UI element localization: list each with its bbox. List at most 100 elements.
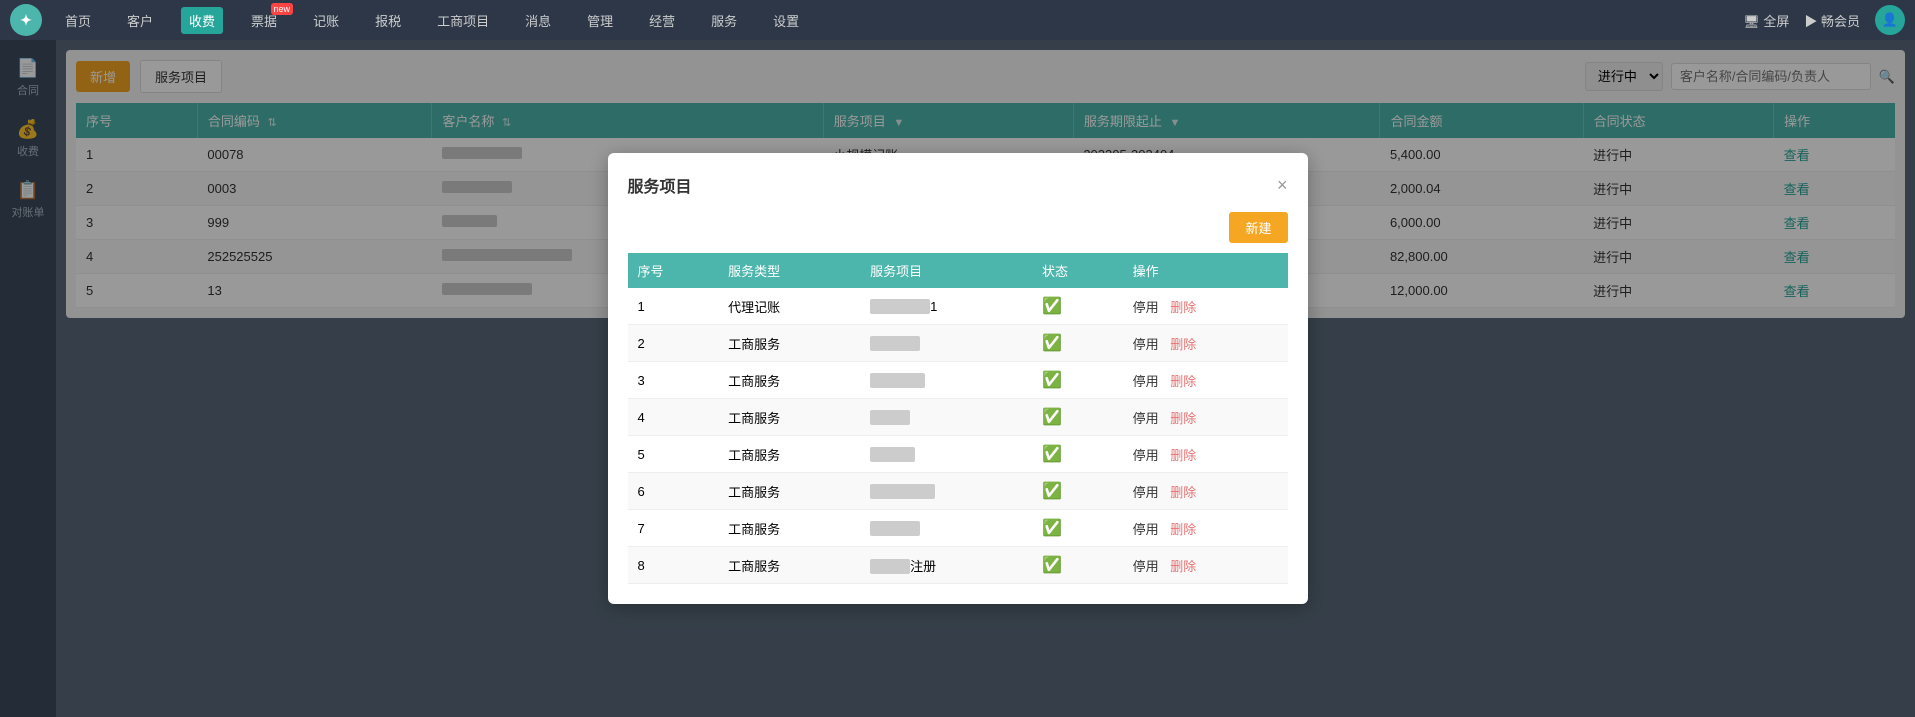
modal-table-row: 8 工商服务 注册 ✅ 停用 删除 <box>628 547 1288 584</box>
modal-cell-status: ✅ <box>1032 547 1123 584</box>
delete-btn-5[interactable]: 删除 <box>1170 448 1196 463</box>
nav-bookkeeping[interactable]: 记账 <box>305 7 347 34</box>
stop-btn-6[interactable]: 停用 <box>1133 485 1159 500</box>
nav-service[interactable]: 服务 <box>703 7 745 34</box>
status-check-icon: ✅ <box>1042 446 1062 463</box>
modal-cell-item <box>860 436 1032 473</box>
modal-cell-type: 代理记账 <box>718 288 860 325</box>
delete-btn-6[interactable]: 删除 <box>1170 485 1196 500</box>
modal-cell-type: 工商服务 <box>718 362 860 399</box>
modal-cell-status: ✅ <box>1032 325 1123 362</box>
stop-btn-8[interactable]: 停用 <box>1133 559 1159 574</box>
modal-cell-action: 停用 删除 <box>1123 399 1288 436</box>
modal: 服务项目 × 新建 序号 服务类型 服务项目 状态 操作 <box>608 153 1308 604</box>
nav-customers[interactable]: 客户 <box>119 7 161 34</box>
modal-table-row: 2 工商服务 ✅ 停用 删除 <box>628 325 1288 362</box>
modal-cell-status: ✅ <box>1032 288 1123 325</box>
modal-cell-type: 工商服务 <box>718 510 860 547</box>
modal-table-row: 6 工商服务 ✅ 停用 删除 <box>628 473 1288 510</box>
modal-cell-type: 工商服务 <box>718 547 860 584</box>
modal-overlay: 服务项目 × 新建 序号 服务类型 服务项目 状态 操作 <box>0 40 1915 717</box>
modal-cell-item <box>860 325 1032 362</box>
status-check-icon: ✅ <box>1042 298 1062 315</box>
modal-table-row: 3 工商服务 ✅ 停用 删除 <box>628 362 1288 399</box>
stop-btn-1[interactable]: 停用 <box>1133 300 1159 315</box>
stop-btn-4[interactable]: 停用 <box>1133 411 1159 426</box>
modal-table-row: 5 工商服务 ✅ 停用 删除 <box>628 436 1288 473</box>
modal-cell-item: 1 <box>860 288 1032 325</box>
nav-messages[interactable]: 消息 <box>517 7 559 34</box>
avatar[interactable]: 👤 <box>1875 5 1905 35</box>
modal-table-row: 1 代理记账 1 ✅ 停用 删除 <box>628 288 1288 325</box>
modal-cell-seq: 8 <box>628 547 719 584</box>
modal-cell-seq: 1 <box>628 288 719 325</box>
modal-col-seq: 序号 <box>628 253 719 288</box>
modal-header: 服务项目 × <box>628 173 1288 197</box>
modal-cell-item <box>860 362 1032 399</box>
stop-btn-7[interactable]: 停用 <box>1133 522 1159 537</box>
modal-new-btn[interactable]: 新建 <box>1229 212 1287 243</box>
modal-cell-item <box>860 510 1032 547</box>
modal-cell-item: 注册 <box>860 547 1032 584</box>
nav-fees[interactable]: 收费 <box>181 7 223 34</box>
modal-table-header: 序号 服务类型 服务项目 状态 操作 <box>628 253 1288 288</box>
nav-industry[interactable]: 工商项目 <box>429 7 497 34</box>
status-check-icon: ✅ <box>1042 557 1062 574</box>
modal-table-wrapper: 序号 服务类型 服务项目 状态 操作 1 代理记账 1 ✅ 停用 <box>628 253 1288 584</box>
nav-operations[interactable]: 经营 <box>641 7 683 34</box>
stop-btn-3[interactable]: 停用 <box>1133 374 1159 389</box>
modal-cell-seq: 6 <box>628 473 719 510</box>
modal-cell-action: 停用 删除 <box>1123 510 1288 547</box>
modal-cell-seq: 5 <box>628 436 719 473</box>
modal-cell-status: ✅ <box>1032 399 1123 436</box>
modal-toolbar: 新建 <box>628 212 1288 243</box>
modal-cell-status: ✅ <box>1032 473 1123 510</box>
stop-btn-2[interactable]: 停用 <box>1133 337 1159 352</box>
modal-col-action: 操作 <box>1123 253 1288 288</box>
nav-management[interactable]: 管理 <box>579 7 621 34</box>
nav-home[interactable]: 首页 <box>57 7 99 34</box>
modal-title: 服务项目 <box>628 173 692 197</box>
delete-btn-4[interactable]: 删除 <box>1170 411 1196 426</box>
delete-btn-8[interactable]: 删除 <box>1170 559 1196 574</box>
modal-cell-action: 停用 删除 <box>1123 288 1288 325</box>
modal-cell-action: 停用 删除 <box>1123 547 1288 584</box>
modal-cell-seq: 7 <box>628 510 719 547</box>
modal-cell-seq: 3 <box>628 362 719 399</box>
modal-table-body: 1 代理记账 1 ✅ 停用 删除 2 工商服务 ✅ <box>628 288 1288 584</box>
modal-table: 序号 服务类型 服务项目 状态 操作 1 代理记账 1 ✅ 停用 <box>628 253 1288 584</box>
delete-btn-2[interactable]: 删除 <box>1170 337 1196 352</box>
modal-cell-status: ✅ <box>1032 510 1123 547</box>
fullscreen-btn[interactable]: 🖥 全屏 <box>1743 11 1789 30</box>
modal-col-item: 服务项目 <box>860 253 1032 288</box>
status-check-icon: ✅ <box>1042 372 1062 389</box>
nav-invoices[interactable]: 票据new <box>243 7 285 34</box>
modal-cell-type: 工商服务 <box>718 399 860 436</box>
delete-btn-1[interactable]: 删除 <box>1170 300 1196 315</box>
logo[interactable]: ✦ <box>10 4 42 36</box>
modal-col-status: 状态 <box>1032 253 1123 288</box>
modal-cell-status: ✅ <box>1032 436 1123 473</box>
stop-btn-5[interactable]: 停用 <box>1133 448 1159 463</box>
member-btn[interactable]: ▶ 畅会员 <box>1804 11 1860 30</box>
modal-cell-action: 停用 删除 <box>1123 436 1288 473</box>
nav-items: 首页 客户 收费 票据new 记账 报税 工商项目 消息 管理 经营 服务 设置 <box>57 7 1743 34</box>
modal-col-type: 服务类型 <box>718 253 860 288</box>
modal-cell-type: 工商服务 <box>718 325 860 362</box>
modal-table-row: 4 工商服务 ✅ 停用 删除 <box>628 399 1288 436</box>
modal-cell-type: 工商服务 <box>718 436 860 473</box>
modal-cell-type: 工商服务 <box>718 473 860 510</box>
modal-cell-item <box>860 473 1032 510</box>
modal-cell-item <box>860 399 1032 436</box>
modal-cell-action: 停用 删除 <box>1123 473 1288 510</box>
status-check-icon: ✅ <box>1042 520 1062 537</box>
modal-close-btn[interactable]: × <box>1277 175 1288 196</box>
modal-cell-action: 停用 删除 <box>1123 362 1288 399</box>
status-check-icon: ✅ <box>1042 335 1062 352</box>
status-check-icon: ✅ <box>1042 409 1062 426</box>
nav-tax[interactable]: 报税 <box>367 7 409 34</box>
modal-cell-seq: 2 <box>628 325 719 362</box>
delete-btn-7[interactable]: 删除 <box>1170 522 1196 537</box>
nav-settings[interactable]: 设置 <box>765 7 807 34</box>
delete-btn-3[interactable]: 删除 <box>1170 374 1196 389</box>
